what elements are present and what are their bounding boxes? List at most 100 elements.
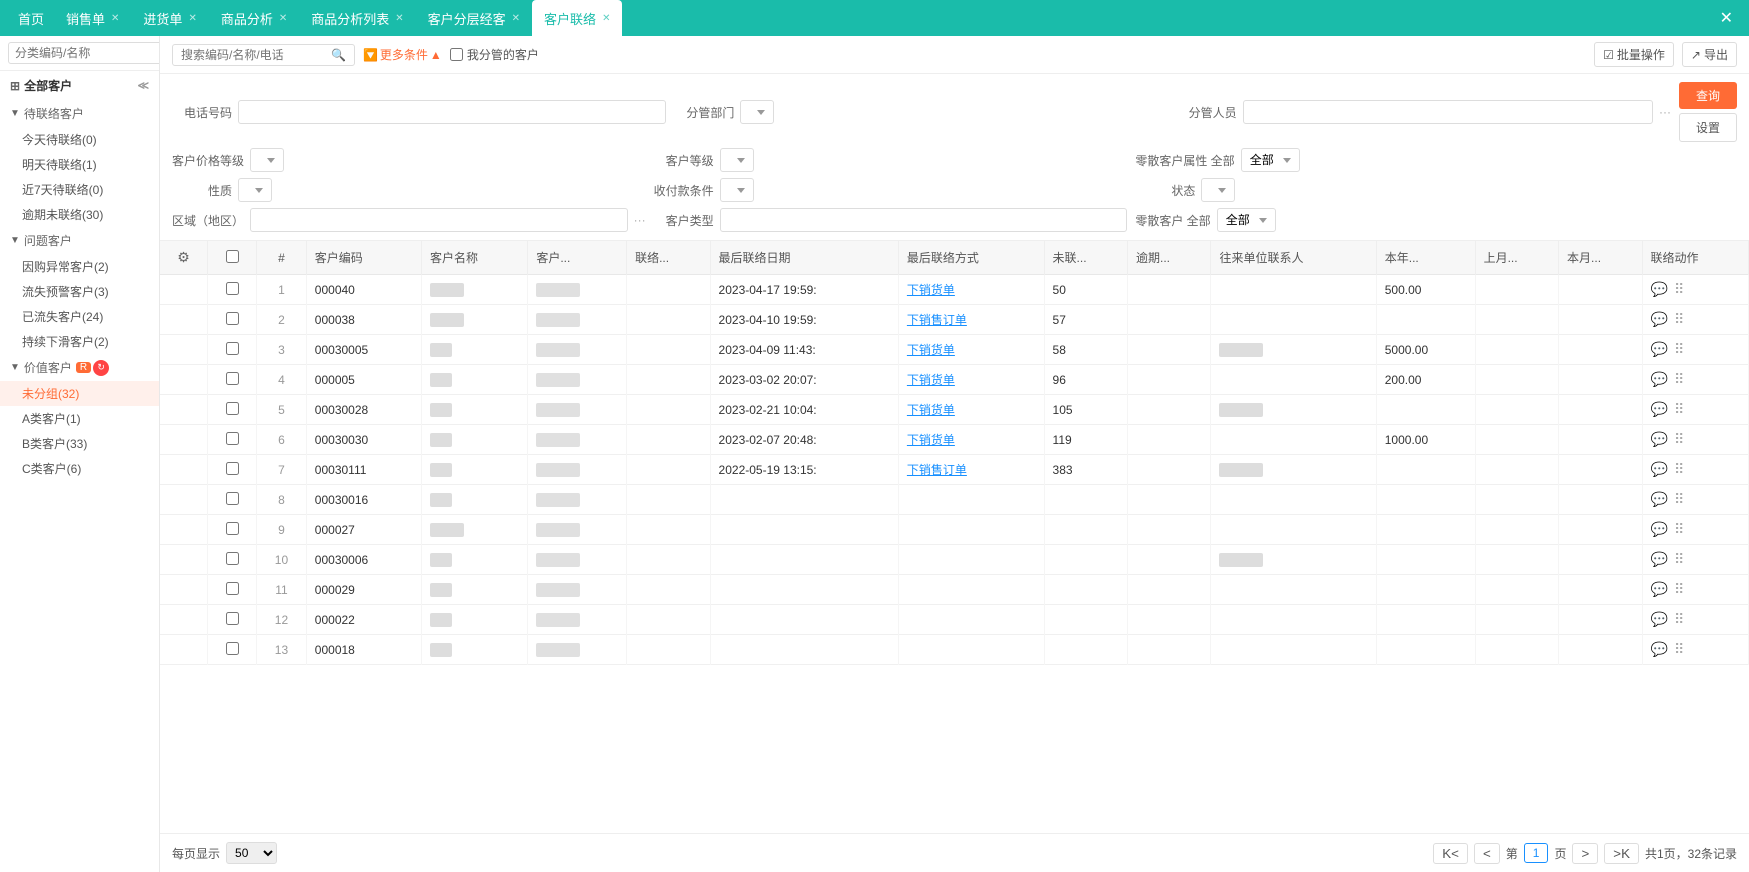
last-type-link[interactable]: 下销售订单 — [907, 463, 967, 477]
page-size-select[interactable]: 50 100 — [226, 842, 277, 864]
message-icon[interactable]: 💬 — [1651, 431, 1668, 448]
batch-ops-btn[interactable]: ☑ 批量操作 — [1594, 42, 1674, 67]
message-icon[interactable]: 💬 — [1651, 281, 1668, 298]
sidebar-all-customers[interactable]: ⊞ 全部客户 ≪ — [0, 71, 159, 100]
sidebar-item-tomorrow[interactable]: 明天待联络(1) — [0, 152, 159, 177]
export-btn[interactable]: ↗ 导出 — [1682, 42, 1737, 67]
close-contact-icon[interactable]: ✕ — [602, 13, 610, 24]
close-segment-icon[interactable]: ✕ — [512, 13, 520, 24]
menu-icon[interactable]: ⠿ — [1674, 461, 1684, 478]
row-checkbox-cell[interactable] — [208, 515, 257, 545]
menu-icon[interactable]: ⠿ — [1674, 521, 1684, 538]
manager-input[interactable] — [1243, 100, 1653, 124]
payment-select[interactable] — [720, 178, 754, 202]
row-checkbox[interactable] — [226, 522, 239, 535]
tab-product-analysis[interactable]: 商品分析 ✕ — [209, 0, 299, 36]
mine-checkbox-input[interactable] — [450, 48, 463, 61]
message-icon[interactable]: 💬 — [1651, 581, 1668, 598]
row-checkbox[interactable] — [226, 552, 239, 565]
sidebar-item-class-c[interactable]: C类客户(6) — [0, 456, 159, 481]
gear-icon[interactable]: ⚙ — [177, 249, 190, 265]
message-icon[interactable]: 💬 — [1651, 641, 1668, 658]
message-icon[interactable]: 💬 — [1651, 401, 1668, 418]
filter-mine-checkbox[interactable]: 我分管的客户 — [450, 46, 539, 63]
message-icon[interactable]: 💬 — [1651, 551, 1668, 568]
status-select[interactable] — [1201, 178, 1235, 202]
row-checkbox-cell[interactable] — [208, 605, 257, 635]
last-type-link[interactable]: 下销货单 — [907, 283, 955, 297]
row-checkbox-cell[interactable] — [208, 275, 257, 305]
sidebar-item-class-b[interactable]: B类客户(33) — [0, 431, 159, 456]
sidebar-item-ungrouped[interactable]: 未分组(32) — [0, 381, 159, 406]
filter-search-icon[interactable]: 🔍 — [331, 48, 346, 62]
row-checkbox-cell[interactable] — [208, 425, 257, 455]
col-checkbox[interactable] — [208, 241, 257, 275]
menu-icon[interactable]: ⠿ — [1674, 641, 1684, 658]
cust-type-input[interactable] — [720, 208, 1128, 232]
next-page-btn[interactable]: > — [1572, 843, 1598, 864]
sidebar-item-overdue[interactable]: 逾期未联络(30) — [0, 202, 159, 227]
message-icon[interactable]: 💬 — [1651, 371, 1668, 388]
row-checkbox[interactable] — [226, 402, 239, 415]
retail-attr-select[interactable]: 全部 — [1241, 148, 1300, 172]
row-checkbox[interactable] — [226, 342, 239, 355]
last-type-link[interactable]: 下销货单 — [907, 343, 955, 357]
close-product-list-icon[interactable]: ✕ — [395, 13, 403, 24]
menu-icon[interactable]: ⠿ — [1674, 281, 1684, 298]
sidebar-item-7days[interactable]: 近7天待联络(0) — [0, 177, 159, 202]
row-checkbox[interactable] — [226, 612, 239, 625]
menu-icon[interactable]: ⠿ — [1674, 491, 1684, 508]
phone-input[interactable] — [238, 100, 666, 124]
region-dots-icon[interactable]: ··· — [634, 213, 646, 227]
close-purchase-icon[interactable]: ✕ — [188, 13, 196, 24]
filter-more-btn[interactable]: 🔽 更多条件 ▲ — [363, 46, 442, 63]
sidebar-item-class-a[interactable]: A类客户(1) — [0, 406, 159, 431]
menu-icon[interactable]: ⠿ — [1674, 401, 1684, 418]
menu-icon[interactable]: ⠿ — [1674, 581, 1684, 598]
row-checkbox[interactable] — [226, 642, 239, 655]
dept-select[interactable] — [740, 100, 774, 124]
price-grade-select[interactable] — [250, 148, 284, 172]
message-icon[interactable]: 💬 — [1651, 341, 1668, 358]
last-type-link[interactable]: 下销货单 — [907, 433, 955, 447]
menu-icon[interactable]: ⠿ — [1674, 311, 1684, 328]
row-checkbox-cell[interactable] — [208, 485, 257, 515]
message-icon[interactable]: 💬 — [1651, 461, 1668, 478]
reset-btn[interactable]: 设置 — [1679, 113, 1737, 142]
row-checkbox[interactable] — [226, 462, 239, 475]
tab-home[interactable]: 首页 — [8, 0, 54, 36]
row-checkbox-cell[interactable] — [208, 635, 257, 665]
sidebar-group-problem[interactable]: ▼ 问题客户 — [0, 227, 159, 254]
sidebar-search-input[interactable] — [8, 42, 160, 64]
prev-page-btn[interactable]: < — [1474, 843, 1500, 864]
col-settings[interactable]: ⚙ — [160, 241, 208, 275]
row-checkbox-cell[interactable] — [208, 575, 257, 605]
menu-icon[interactable]: ⠿ — [1674, 341, 1684, 358]
last-type-link[interactable]: 下销货单 — [907, 403, 955, 417]
last-page-btn[interactable]: >K — [1604, 843, 1639, 864]
row-checkbox[interactable] — [226, 582, 239, 595]
manager-dots-icon[interactable]: ··· — [1659, 105, 1671, 119]
tab-customer-segment[interactable]: 客户分层经客 ✕ — [416, 0, 532, 36]
menu-icon[interactable]: ⠿ — [1674, 611, 1684, 628]
sidebar-group-pending[interactable]: ▼ 待联络客户 — [0, 100, 159, 127]
tab-purchase[interactable]: 进货单 ✕ — [131, 0, 208, 36]
filter-search-input[interactable] — [181, 48, 331, 62]
row-checkbox-cell[interactable] — [208, 335, 257, 365]
nature-select[interactable] — [238, 178, 272, 202]
select-all-checkbox[interactable] — [226, 250, 239, 263]
message-icon[interactable]: 💬 — [1651, 491, 1668, 508]
retail-select[interactable]: 全部 — [1217, 208, 1276, 232]
row-checkbox-cell[interactable] — [208, 305, 257, 335]
close-product-analysis-icon[interactable]: ✕ — [279, 13, 287, 24]
tab-customer-contact[interactable]: 客户联络 ✕ — [532, 0, 622, 36]
tab-sales[interactable]: 销售单 ✕ — [54, 0, 131, 36]
sidebar-item-today[interactable]: 今天待联络(0) — [0, 127, 159, 152]
collapse-icon[interactable]: ≪ — [137, 79, 149, 92]
last-type-link[interactable]: 下销货单 — [907, 373, 955, 387]
sidebar-item-churn-warning[interactable]: 流失预警客户(3) — [0, 279, 159, 304]
last-type-link[interactable]: 下销售订单 — [907, 313, 967, 327]
menu-icon[interactable]: ⠿ — [1674, 551, 1684, 568]
grade-select[interactable] — [720, 148, 754, 172]
first-page-btn[interactable]: K< — [1433, 843, 1468, 864]
